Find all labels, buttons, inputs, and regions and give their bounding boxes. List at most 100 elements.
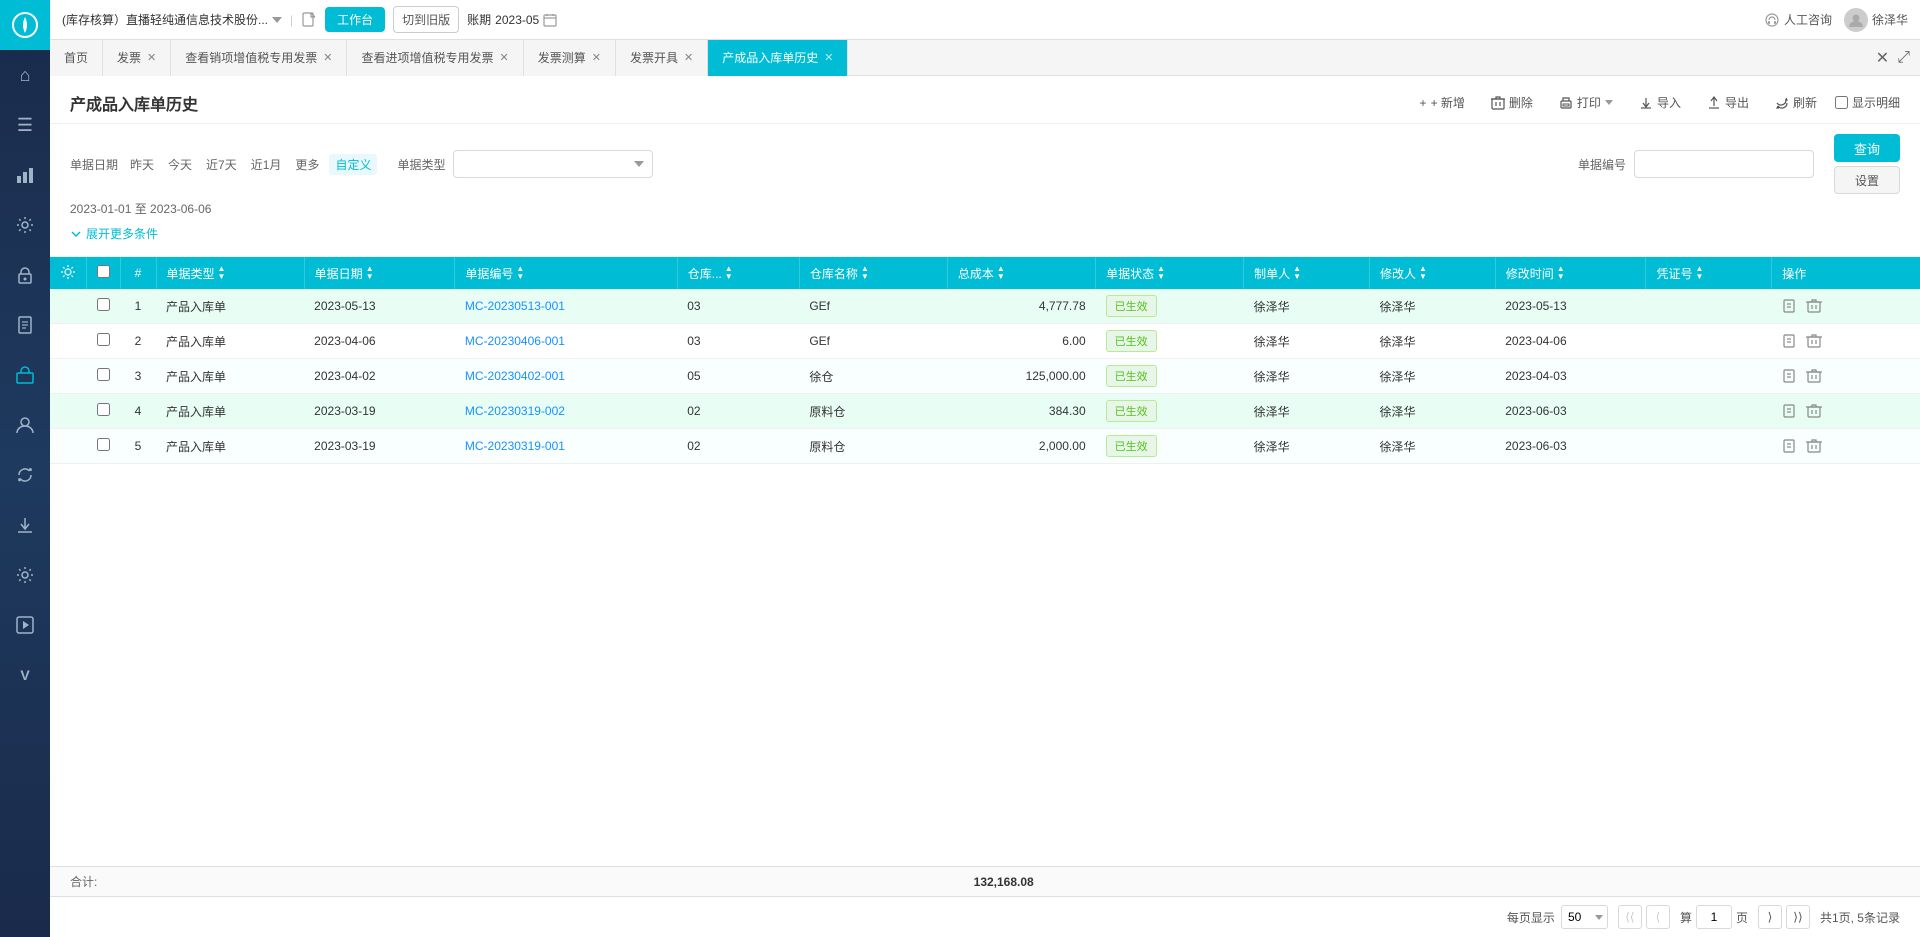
th-settings[interactable] (50, 257, 86, 289)
first-page-button[interactable]: ⟨⟨ (1618, 905, 1642, 929)
row-delete-icon[interactable] (1806, 403, 1822, 419)
shortcut-today[interactable]: 今天 (164, 154, 196, 175)
th-total-cost-sort[interactable]: 总成本 ▲▼ (958, 265, 1005, 282)
sidebar-download[interactable] (0, 500, 50, 550)
switch-button[interactable]: 切到旧版 (393, 6, 459, 33)
sidebar-play[interactable] (0, 600, 50, 650)
row-checkbox[interactable] (97, 368, 110, 381)
row-number[interactable]: MC-20230319-001 (455, 429, 677, 464)
number-filter-input[interactable] (1634, 150, 1814, 178)
row-number-link[interactable]: MC-20230513-001 (465, 299, 565, 313)
sidebar-menu[interactable]: ☰ (0, 100, 50, 150)
tab-invoice-calc[interactable]: 发票测算 ✕ (524, 40, 616, 76)
row-checkbox[interactable] (97, 333, 110, 346)
tab-purchase-invoice[interactable]: 查看进项增值税专用发票 ✕ (347, 40, 523, 76)
user-menu[interactable]: 徐泽华 (1844, 8, 1908, 32)
page-number-input[interactable] (1696, 905, 1732, 929)
th-modifier[interactable]: 修改人 ▲▼ (1369, 257, 1495, 289)
export-button[interactable]: 导出 (1699, 90, 1757, 115)
th-modifier-sort[interactable]: 修改人 ▲▼ (1380, 265, 1427, 282)
row-number-link[interactable]: MC-20230406-001 (465, 334, 565, 348)
prev-page-button[interactable]: ⟨ (1646, 905, 1670, 929)
th-date[interactable]: 单据日期 ▲▼ (304, 257, 455, 289)
th-number-sort[interactable]: 单据编号 ▲▼ (465, 265, 524, 282)
th-modify-time[interactable]: 修改时间 ▲▼ (1495, 257, 1646, 289)
next-page-button[interactable]: ⟩ (1758, 905, 1782, 929)
tab-sales-invoice[interactable]: 查看销项增值税专用发票 ✕ (171, 40, 347, 76)
per-page-select[interactable]: 20 50 100 (1561, 905, 1608, 929)
row-number[interactable]: MC-20230319-002 (455, 394, 677, 429)
table-row[interactable]: 3 产品入库单 2023-04-02 MC-20230402-001 05 徐仓… (50, 359, 1920, 394)
row-number-link[interactable]: MC-20230319-002 (465, 404, 565, 418)
row-number[interactable]: MC-20230402-001 (455, 359, 677, 394)
table-row[interactable]: 2 产品入库单 2023-04-06 MC-20230406-001 03 GE… (50, 324, 1920, 359)
select-all-checkbox[interactable] (97, 265, 110, 278)
row-edit-icon[interactable] (1782, 333, 1798, 349)
calendar-icon[interactable] (543, 13, 557, 27)
show-detail-input[interactable] (1835, 96, 1848, 109)
sidebar-version[interactable]: V (0, 650, 50, 700)
th-warehouse-name-sort[interactable]: 仓库名称 ▲▼ (810, 265, 869, 282)
row-delete-icon[interactable] (1806, 298, 1822, 314)
type-filter-select[interactable] (453, 150, 653, 178)
tab-invoice-calc-close[interactable]: ✕ (592, 51, 601, 64)
row-checkbox-cell[interactable] (86, 324, 120, 359)
th-date-sort[interactable]: 单据日期 ▲▼ (315, 265, 374, 282)
row-checkbox[interactable] (97, 403, 110, 416)
row-edit-icon[interactable] (1782, 438, 1798, 454)
app-logo[interactable] (0, 0, 50, 50)
row-number-link[interactable]: MC-20230319-001 (465, 439, 565, 453)
row-checkbox-cell[interactable] (86, 289, 120, 324)
row-checkbox-cell[interactable] (86, 359, 120, 394)
th-checkbox[interactable] (86, 257, 120, 289)
sidebar-sync[interactable] (0, 450, 50, 500)
th-status[interactable]: 单据状态 ▲▼ (1096, 257, 1244, 289)
row-edit-icon[interactable] (1782, 368, 1798, 384)
shortcut-7days[interactable]: 近7天 (202, 154, 241, 175)
settings-filter-button[interactable]: 设置 (1834, 166, 1900, 194)
tab-warehouse-history-close[interactable]: ✕ (824, 51, 833, 64)
row-edit-icon[interactable] (1782, 298, 1798, 314)
sidebar-docs[interactable] (0, 300, 50, 350)
tab-maximize[interactable]: ⤢ (1897, 49, 1910, 67)
th-warehouse-code[interactable]: 仓库... ▲▼ (677, 257, 799, 289)
shortcut-yesterday[interactable]: 昨天 (126, 154, 158, 175)
show-detail-checkbox[interactable]: 显示明细 (1835, 94, 1900, 111)
th-voucher[interactable]: 凭证号 ▲▼ (1646, 257, 1772, 289)
workspace-button[interactable]: 工作台 (325, 7, 385, 32)
sidebar-user[interactable] (0, 400, 50, 450)
row-delete-icon[interactable] (1806, 333, 1822, 349)
row-number[interactable]: MC-20230406-001 (455, 324, 677, 359)
th-status-sort[interactable]: 单据状态 ▲▼ (1106, 265, 1165, 282)
shortcut-more[interactable]: 更多 (291, 154, 323, 175)
print-button[interactable]: 打印 (1551, 90, 1621, 115)
tab-invoice[interactable]: 发票 ✕ (103, 40, 171, 76)
delete-button[interactable]: 删除 (1483, 90, 1541, 115)
tab-invoice-issue[interactable]: 发票开具 ✕ (616, 40, 708, 76)
row-checkbox-cell[interactable] (86, 429, 120, 464)
tab-sales-invoice-close[interactable]: ✕ (323, 51, 332, 64)
refresh-button[interactable]: 刷新 (1767, 90, 1825, 115)
tab-invoice-issue-close[interactable]: ✕ (684, 51, 693, 64)
tab-invoice-close[interactable]: ✕ (147, 51, 156, 64)
tab-home[interactable]: 首页 (50, 40, 103, 76)
th-total-cost[interactable]: 总成本 ▲▼ (947, 257, 1095, 289)
row-edit-icon[interactable] (1782, 403, 1798, 419)
row-checkbox[interactable] (97, 438, 110, 451)
sidebar-lock[interactable] (0, 250, 50, 300)
company-selector[interactable]: (库存核算）直播轻纯通信息技术股份... (62, 11, 282, 28)
sidebar-home[interactable]: ⌂ (0, 50, 50, 100)
th-creator-sort[interactable]: 制单人 ▲▼ (1254, 265, 1301, 282)
shortcut-custom[interactable]: 自定义 (329, 154, 377, 175)
th-modify-time-sort[interactable]: 修改时间 ▲▼ (1506, 265, 1565, 282)
search-button[interactable]: 查询 (1834, 134, 1900, 162)
sidebar-inventory[interactable] (0, 350, 50, 400)
th-creator[interactable]: 制单人 ▲▼ (1244, 257, 1370, 289)
last-page-button[interactable]: ⟩⟩ (1786, 905, 1810, 929)
th-warehouse-code-sort[interactable]: 仓库... ▲▼ (688, 265, 733, 282)
table-row[interactable]: 1 产品入库单 2023-05-13 MC-20230513-001 03 GE… (50, 289, 1920, 324)
tab-warehouse-history[interactable]: 产成品入库单历史 ✕ (708, 40, 848, 76)
th-voucher-sort[interactable]: 凭证号 ▲▼ (1656, 265, 1703, 282)
tab-close-all[interactable]: ✕ (1876, 48, 1889, 68)
new-button[interactable]: + + 新增 (1412, 90, 1473, 115)
